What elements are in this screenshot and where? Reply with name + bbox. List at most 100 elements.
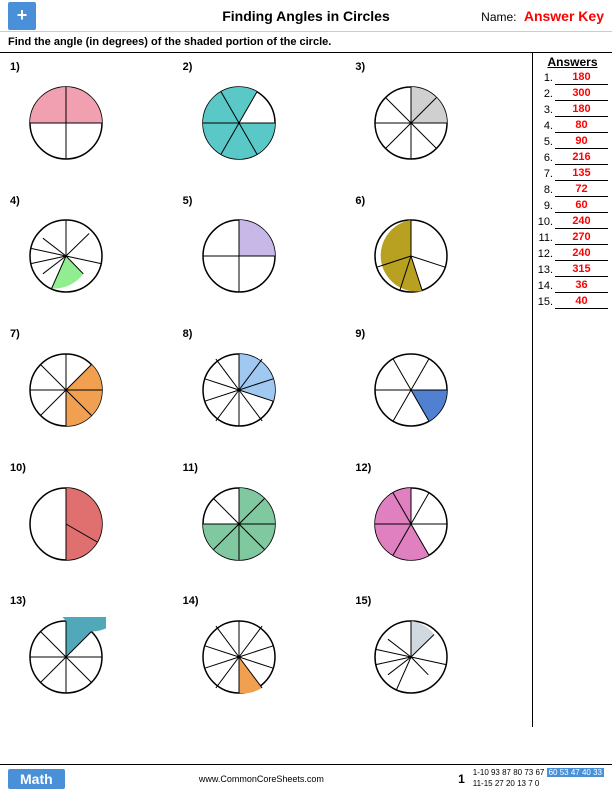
circle-svg-5 xyxy=(199,216,279,296)
circle-number-5: 5) xyxy=(183,195,193,207)
answer-row: 7.135 xyxy=(537,167,608,181)
answer-value: 315 xyxy=(555,263,608,277)
answer-row: 8.72 xyxy=(537,183,608,197)
answer-row: 1.180 xyxy=(537,71,608,85)
answer-row: 12.240 xyxy=(537,247,608,261)
answer-value: 90 xyxy=(555,135,608,149)
answer-value: 40 xyxy=(555,295,608,309)
answer-num: 15. xyxy=(537,296,553,308)
scores: 1-10 93 87 80 73 67 60 53 47 40 33 11-15… xyxy=(473,768,604,789)
answer-num: 12. xyxy=(537,248,553,260)
answer-value: 240 xyxy=(555,247,608,261)
answer-value: 216 xyxy=(555,151,608,165)
circle-number-14: 14) xyxy=(183,595,199,607)
circle-number-12: 12) xyxy=(355,462,371,474)
answer-row: 11.270 xyxy=(537,231,608,245)
circle-number-3: 3) xyxy=(355,61,365,73)
circle-item-8: 8) xyxy=(181,324,352,456)
answer-value: 80 xyxy=(555,119,608,133)
answer-num: 6. xyxy=(537,152,553,164)
answer-num: 8. xyxy=(537,184,553,196)
circle-item-4: 4) xyxy=(8,191,179,323)
answer-value: 36 xyxy=(555,279,608,293)
highlight-scores: 60 53 47 40 33 xyxy=(547,768,604,777)
circle-svg-6 xyxy=(371,216,451,296)
circle-item-9: 9) xyxy=(353,324,524,456)
answers-title: Answers xyxy=(537,55,608,69)
circle-number-8: 8) xyxy=(183,328,193,340)
answer-row: 9.60 xyxy=(537,199,608,213)
circle-item-1: 1) xyxy=(8,57,179,189)
circle-number-2: 2) xyxy=(183,61,193,73)
instructions: Find the angle (in degrees) of the shade… xyxy=(0,32,612,53)
circle-number-7: 7) xyxy=(10,328,20,340)
answer-num: 9. xyxy=(537,200,553,212)
page-number: 1 xyxy=(458,772,465,786)
circle-item-5: 5) xyxy=(181,191,352,323)
circle-item-2: 2) xyxy=(181,57,352,189)
circle-svg-2 xyxy=(199,83,279,163)
circle-svg-15 xyxy=(371,617,451,697)
answer-value: 135 xyxy=(555,167,608,181)
circle-item-10: 10) xyxy=(8,458,179,590)
answer-row: 15.40 xyxy=(537,295,608,309)
circle-svg-9 xyxy=(371,350,451,430)
circle-svg-10 xyxy=(26,484,106,564)
circle-item-14: 14) xyxy=(181,591,352,723)
header: + Finding Angles in Circles Name: Answer… xyxy=(0,0,612,32)
answer-key-label: Answer Key xyxy=(524,8,604,24)
circle-svg-11 xyxy=(199,484,279,564)
circle-item-3: 3) xyxy=(353,57,524,189)
circle-number-15: 15) xyxy=(355,595,371,607)
answer-value: 180 xyxy=(555,71,608,85)
circle-item-7: 7) xyxy=(8,324,179,456)
circle-number-10: 10) xyxy=(10,462,26,474)
math-label: Math xyxy=(8,769,65,789)
name-label: Name: Answer Key xyxy=(481,8,604,24)
answer-value: 180 xyxy=(555,103,608,117)
answer-value: 72 xyxy=(555,183,608,197)
scores-11-15: 11-15 27 20 13 7 0 xyxy=(473,779,604,789)
circle-number-9: 9) xyxy=(355,328,365,340)
answer-row: 6.216 xyxy=(537,151,608,165)
circle-item-13: 13) xyxy=(8,591,179,723)
logo: + xyxy=(8,2,36,30)
answer-row: 10.240 xyxy=(537,215,608,229)
circle-number-13: 13) xyxy=(10,595,26,607)
answer-row: 5.90 xyxy=(537,135,608,149)
answer-num: 5. xyxy=(537,136,553,148)
answer-row: 14.36 xyxy=(537,279,608,293)
scores-1-10: 1-10 93 87 80 73 67 60 53 47 40 33 xyxy=(473,768,604,778)
circle-number-4: 4) xyxy=(10,195,20,207)
circle-svg-14 xyxy=(199,617,279,697)
circle-item-6: 6) xyxy=(353,191,524,323)
answer-row: 13.315 xyxy=(537,263,608,277)
circle-number-6: 6) xyxy=(355,195,365,207)
answer-num: 11. xyxy=(537,232,553,244)
website-label: www.CommonCoreSheets.com xyxy=(199,774,324,784)
circles-area: 1) 2) xyxy=(0,53,532,727)
answer-row: 4.80 xyxy=(537,119,608,133)
answer-value: 270 xyxy=(555,231,608,245)
answer-num: 14. xyxy=(537,280,553,292)
answer-num: 2. xyxy=(537,88,553,100)
answer-row: 3.180 xyxy=(537,103,608,117)
answer-num: 4. xyxy=(537,120,553,132)
answers-container: 1.1802.3003.1804.805.906.2167.1358.729.6… xyxy=(537,71,608,309)
circle-svg-4 xyxy=(26,216,106,296)
circle-svg-12 xyxy=(371,484,451,564)
page-title: Finding Angles in Circles xyxy=(222,8,390,24)
answer-num: 7. xyxy=(537,168,553,180)
circle-number-11: 11) xyxy=(183,462,198,474)
answer-value: 300 xyxy=(555,87,608,101)
circle-svg-3 xyxy=(371,83,451,163)
circle-svg-13 xyxy=(26,617,106,697)
circle-item-12: 12) xyxy=(353,458,524,590)
answer-value: 240 xyxy=(555,215,608,229)
answer-num: 1. xyxy=(537,72,553,84)
answer-num: 3. xyxy=(537,104,553,116)
answer-num: 13. xyxy=(537,264,553,276)
answer-value: 60 xyxy=(555,199,608,213)
circle-svg-8 xyxy=(199,350,279,430)
circle-item-15: 15) xyxy=(353,591,524,723)
